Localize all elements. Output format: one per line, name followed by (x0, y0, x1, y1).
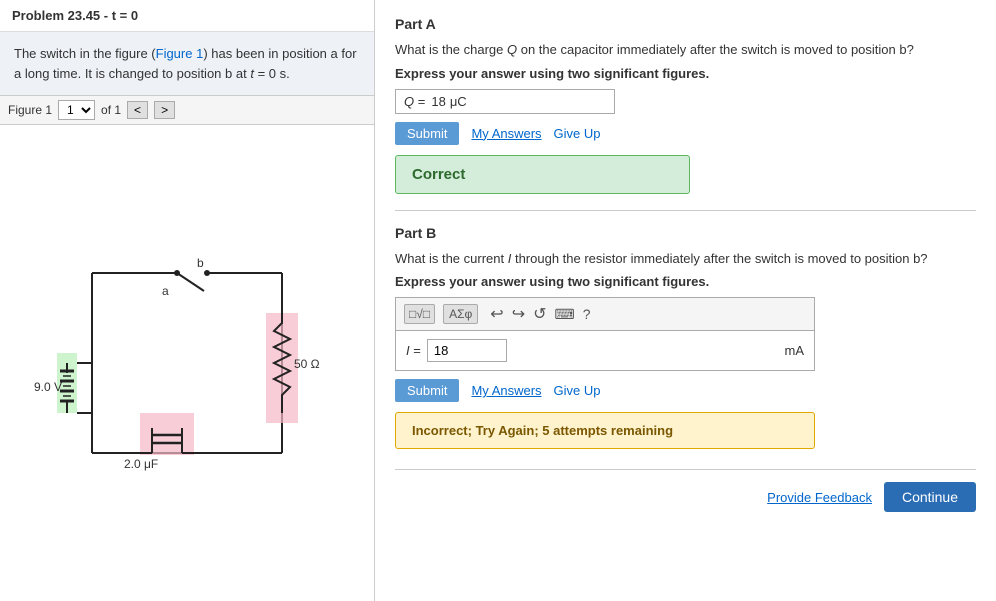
part-a-express: Express your answer using two significan… (395, 66, 976, 81)
part-a-give-up-link[interactable]: Give Up (554, 126, 601, 141)
problem-text: The switch in the figure (Figure 1) has … (0, 32, 374, 96)
part-b-input-prefix: I = (406, 343, 421, 358)
part-b-header: Part B (395, 225, 976, 241)
part-a-input-box: Q = 18 μC (395, 89, 615, 114)
left-panel: Problem 23.45 - t = 0 The switch in the … (0, 0, 375, 601)
keyboard-icon[interactable]: ⌨ (555, 306, 575, 323)
help-icon[interactable]: ? (583, 306, 591, 322)
part-b-incorrect-box: Incorrect; Try Again; 5 attempts remaini… (395, 412, 815, 449)
part-b-unit: mA (785, 343, 805, 358)
redo-icon[interactable]: ↪ (512, 304, 525, 324)
part-b-section: Part B What is the current I through the… (395, 225, 976, 450)
part-b-express: Express your answer using two significan… (395, 274, 976, 289)
figure-next-btn[interactable]: > (154, 101, 175, 119)
svg-text:a: a (162, 284, 169, 298)
part-b-question: What is the current I through the resist… (395, 249, 976, 269)
of-label: of 1 (101, 103, 121, 117)
part-a-submit-btn[interactable]: Submit (395, 122, 459, 145)
part-a-input-prefix: Q = (404, 94, 425, 109)
part-b-action-row: Submit My Answers Give Up (395, 379, 976, 402)
figure-area: a b 9.0 V (0, 125, 374, 601)
part-b-answer-row: I = mA (395, 331, 815, 371)
part-b-submit-btn[interactable]: Submit (395, 379, 459, 402)
refresh-icon[interactable]: ↺ (533, 304, 546, 324)
figure-label: Figure 1 (8, 103, 52, 117)
part-b-give-up-link[interactable]: Give Up (554, 383, 601, 398)
figure-controls: Figure 1 1 of 1 < > (0, 96, 374, 125)
continue-btn[interactable]: Continue (884, 482, 976, 512)
part-a-correct-box: Correct (395, 155, 690, 194)
part-a-question: What is the charge Q on the capacitor im… (395, 40, 976, 60)
math-toolbar: □√□ AΣφ ↩ ↪ ↺ ⌨ ? (395, 297, 815, 331)
part-a-header: Part A (395, 16, 976, 32)
provide-feedback-link[interactable]: Provide Feedback (767, 490, 872, 505)
figure-select[interactable]: 1 (58, 100, 95, 120)
part-b-my-answers-link[interactable]: My Answers (471, 383, 541, 398)
right-panel: Part A What is the charge Q on the capac… (375, 0, 996, 601)
problem-text-before: The switch in the figure ( (14, 46, 156, 61)
period: . (286, 66, 290, 81)
part-a-section: Part A What is the charge Q on the capac… (395, 16, 976, 194)
alpha-sigma-icon[interactable]: AΣφ (443, 304, 478, 324)
part-b-input[interactable] (427, 339, 507, 362)
figure-link[interactable]: Figure 1 (156, 46, 204, 61)
svg-text:2.0 μF: 2.0 μF (124, 457, 158, 471)
undo-icon[interactable]: ↩ (490, 304, 503, 324)
svg-text:b: b (197, 256, 204, 270)
part-divider (395, 210, 976, 211)
part-a-answer-row: Q = 18 μC (395, 89, 976, 114)
part-a-value: 18 (431, 94, 445, 109)
svg-text:50 Ω: 50 Ω (294, 357, 320, 371)
figure-prev-btn[interactable]: < (127, 101, 148, 119)
part-a-action-row: Submit My Answers Give Up (395, 122, 976, 145)
circuit-diagram: a b 9.0 V (32, 243, 342, 483)
problem-title: Problem 23.45 - t = 0 (0, 0, 374, 32)
fraction-icon[interactable]: □√□ (404, 304, 435, 324)
footer-row: Provide Feedback Continue (395, 469, 976, 512)
svg-text:9.0 V: 9.0 V (34, 380, 62, 394)
part-a-unit: μC (450, 94, 467, 109)
part-a-my-answers-link[interactable]: My Answers (471, 126, 541, 141)
